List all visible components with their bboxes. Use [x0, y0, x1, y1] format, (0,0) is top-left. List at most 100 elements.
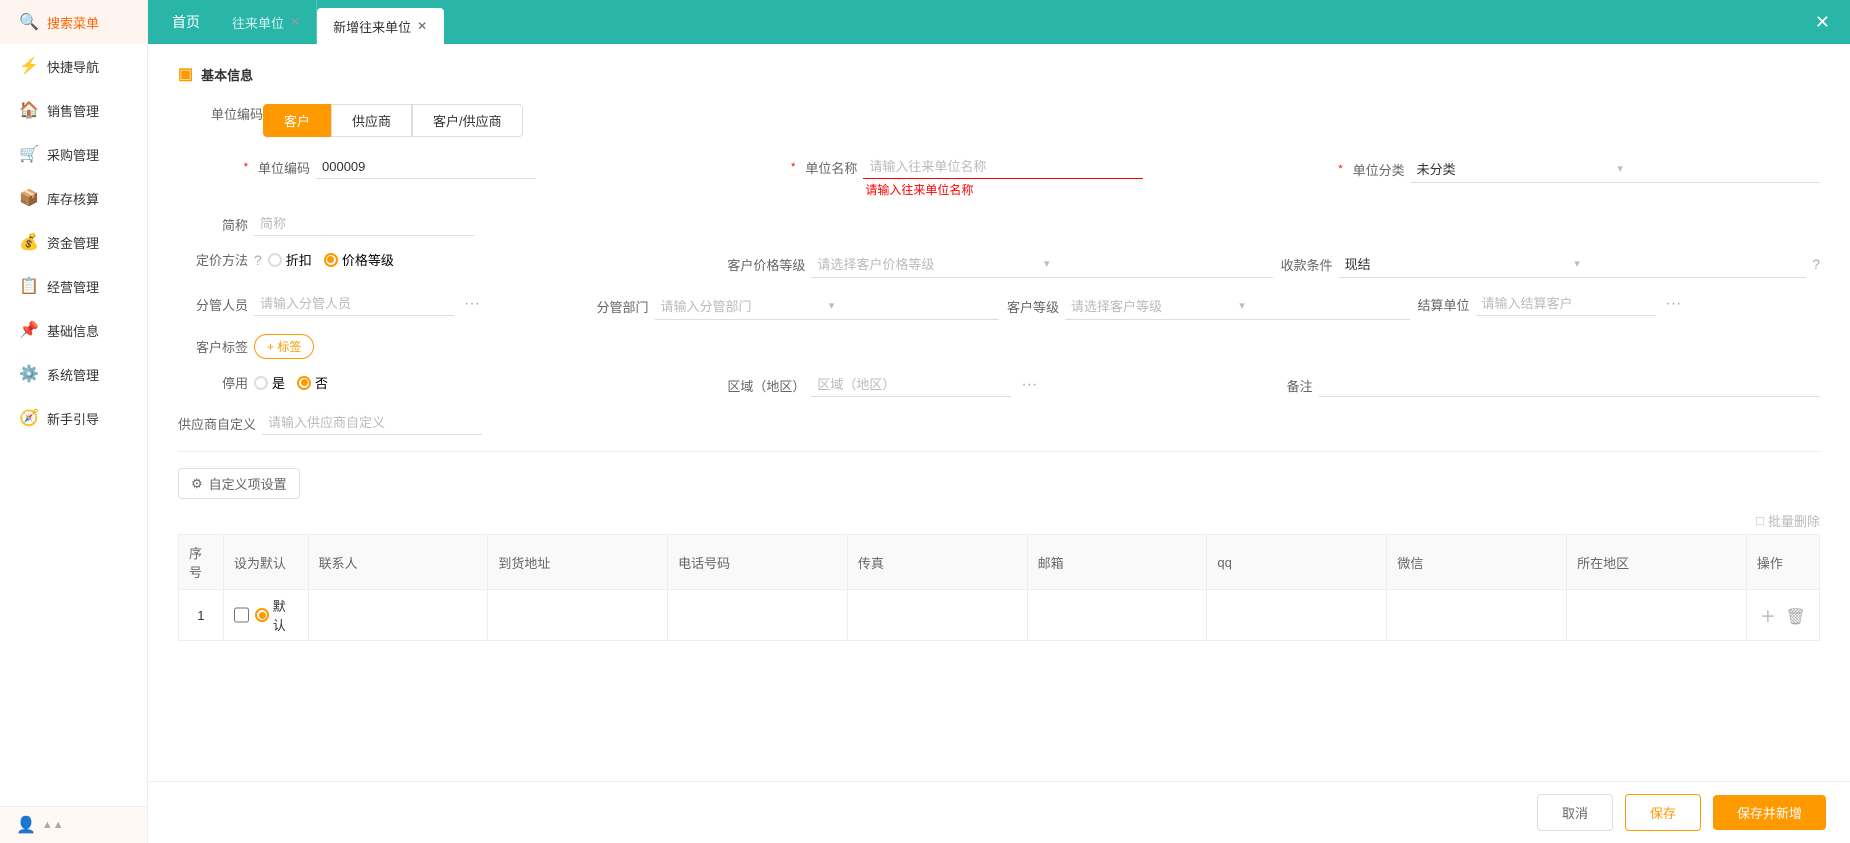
- row-checkbox[interactable]: [234, 607, 249, 623]
- unit-type-supplier[interactable]: 供应商: [331, 104, 412, 137]
- sidebar-item-sales[interactable]: 🏠 销售管理: [0, 88, 147, 132]
- phone-input[interactable]: [678, 604, 837, 627]
- sidebar-item-finance[interactable]: 💰 资金管理: [0, 220, 147, 264]
- pricing-level-radio[interactable]: [324, 253, 338, 267]
- region-more-icon[interactable]: ···: [1017, 376, 1041, 394]
- cell-fax[interactable]: [847, 590, 1027, 641]
- supplier-custom-col: 供应商自定义: [178, 411, 1820, 435]
- row-abbr: 简称: [178, 212, 1820, 236]
- sidebar-item-label: 采购管理: [47, 145, 99, 164]
- cell-phone[interactable]: [668, 590, 848, 641]
- cell-action: ＋ 🗑: [1746, 590, 1819, 641]
- abbr-input[interactable]: [254, 212, 474, 236]
- save-and-new-button[interactable]: 保存并新增: [1713, 795, 1826, 830]
- sidebar-item-operations[interactable]: 📋 经营管理: [0, 264, 147, 308]
- batch-delete-label[interactable]: 批量删除: [1768, 511, 1820, 530]
- sidebar-item-newbie[interactable]: 🧭 新手引导: [0, 396, 147, 440]
- row-pricing: 定价方法 ? 折扣 价格等级 客户价格等级 请选择客户价格等级: [178, 250, 1820, 278]
- disabled-yes-option[interactable]: 是: [254, 373, 285, 392]
- pricing-discount-option[interactable]: 折扣: [268, 250, 312, 269]
- footer: 取消 保存 保存并新增: [148, 781, 1850, 843]
- sidebar-item-quick-nav[interactable]: ⚡ 快捷导航: [0, 44, 147, 88]
- save-button[interactable]: 保存: [1625, 794, 1701, 831]
- unit-type-both[interactable]: 客户/供应商: [412, 104, 523, 137]
- sidebar-item-search[interactable]: 🔍 搜索菜单: [0, 0, 147, 44]
- tab-home[interactable]: 首页: [156, 12, 216, 32]
- pricing-label: 定价方法: [178, 250, 248, 269]
- add-row-button[interactable]: ＋: [1757, 603, 1779, 627]
- pricing-discount-label: 折扣: [286, 250, 312, 269]
- cell-wechat[interactable]: [1387, 590, 1567, 641]
- custom-setting-label: 自定义项设置: [209, 474, 287, 493]
- gear-icon: ⚙: [191, 476, 203, 492]
- manager-input[interactable]: [254, 292, 454, 316]
- region-input[interactable]: [811, 373, 1011, 397]
- pricing-level-label: 价格等级: [342, 250, 394, 269]
- unit-name-input[interactable]: [863, 155, 1143, 179]
- unit-name-label: 单位名称: [797, 158, 857, 177]
- unit-type-row: 单位编码 客户 供应商 客户/供应商: [178, 104, 1820, 137]
- region-label: 区域（地区）: [725, 376, 805, 395]
- add-tag-button[interactable]: + 标签: [254, 334, 314, 359]
- unit-category-select[interactable]: 未分类 ▾: [1411, 155, 1820, 183]
- cell-contact[interactable]: [308, 590, 488, 641]
- col-default: 设为默认: [223, 535, 308, 590]
- payment-help-icon[interactable]: ?: [1812, 256, 1820, 272]
- unit-category-value: 未分类: [1417, 159, 1614, 178]
- col-seq: 序号: [179, 535, 224, 590]
- settlement-more-icon[interactable]: ···: [1662, 295, 1686, 313]
- pricing-level-option[interactable]: 价格等级: [324, 250, 394, 269]
- col-fax: 传真: [847, 535, 1027, 590]
- wechat-input[interactable]: [1397, 604, 1556, 627]
- settlement-input[interactable]: [1476, 292, 1656, 316]
- pricing-help-icon[interactable]: ?: [254, 252, 262, 268]
- default-radio-option[interactable]: 默认: [255, 596, 297, 634]
- abbr-col: 简称: [178, 212, 1820, 236]
- tabbar-close-button[interactable]: ✕: [1803, 12, 1842, 33]
- custom-setting-button[interactable]: ⚙ 自定义项设置: [178, 468, 300, 499]
- sidebar-item-basic-info[interactable]: 📌 基础信息: [0, 308, 147, 352]
- disabled-label: 停用: [178, 373, 248, 392]
- pricing-discount-radio[interactable]: [268, 253, 282, 267]
- address-input[interactable]: [498, 604, 657, 627]
- dept-placeholder: 请输入分管部门: [661, 296, 825, 315]
- cell-email[interactable]: [1027, 590, 1207, 641]
- disabled-yes-radio[interactable]: [254, 376, 268, 390]
- email-input[interactable]: [1038, 604, 1197, 627]
- abbr-label: 简称: [178, 215, 248, 234]
- cell-address[interactable]: [488, 590, 668, 641]
- dept-select[interactable]: 请输入分管部门 ▾: [655, 292, 1000, 320]
- sidebar-item-purchase[interactable]: 🛒 采购管理: [0, 132, 147, 176]
- cell-region[interactable]: [1567, 590, 1747, 641]
- disabled-no-radio[interactable]: [297, 376, 311, 390]
- default-radio[interactable]: [255, 608, 269, 622]
- unit-code-col: * 单位编码: [178, 155, 725, 179]
- sidebar-item-label: 系统管理: [47, 365, 99, 384]
- customer-level-select[interactable]: 请选择客户等级 ▾: [1065, 292, 1410, 320]
- unit-code-input[interactable]: [316, 155, 536, 179]
- col-qq: qq: [1207, 535, 1387, 590]
- disabled-no-label: 否: [315, 373, 328, 392]
- cell-qq[interactable]: [1207, 590, 1387, 641]
- supplier-custom-input[interactable]: [262, 411, 482, 435]
- section-header: ▣ 基本信息: [178, 64, 1820, 84]
- payment-terms-select[interactable]: 现结 ▾: [1339, 250, 1807, 278]
- sidebar-item-sys[interactable]: ⚙️ 系统管理: [0, 352, 147, 396]
- contact-input[interactable]: [319, 604, 478, 627]
- unit-type-customer[interactable]: 客户: [263, 104, 331, 137]
- delete-row-button[interactable]: 🗑: [1783, 607, 1809, 627]
- qq-input[interactable]: [1217, 604, 1376, 627]
- tab-partner-close[interactable]: ✕: [290, 15, 300, 29]
- cancel-button[interactable]: 取消: [1537, 794, 1613, 831]
- region-table-input[interactable]: [1577, 604, 1736, 627]
- sidebar-item-inventory[interactable]: 📦 库存核算: [0, 176, 147, 220]
- tab-new-partner-close[interactable]: ✕: [417, 19, 427, 33]
- remark-input[interactable]: [1319, 373, 1820, 397]
- disabled-no-option[interactable]: 否: [297, 373, 328, 392]
- unit-category-label: 单位分类: [1345, 160, 1405, 179]
- fax-input[interactable]: [858, 604, 1017, 627]
- manager-more-icon[interactable]: ···: [460, 295, 484, 313]
- tab-partner[interactable]: 往来单位 ✕: [216, 0, 317, 44]
- customer-price-select[interactable]: 请选择客户价格等级 ▾: [811, 250, 1272, 278]
- tab-new-partner[interactable]: 新增往来单位 ✕: [317, 8, 444, 44]
